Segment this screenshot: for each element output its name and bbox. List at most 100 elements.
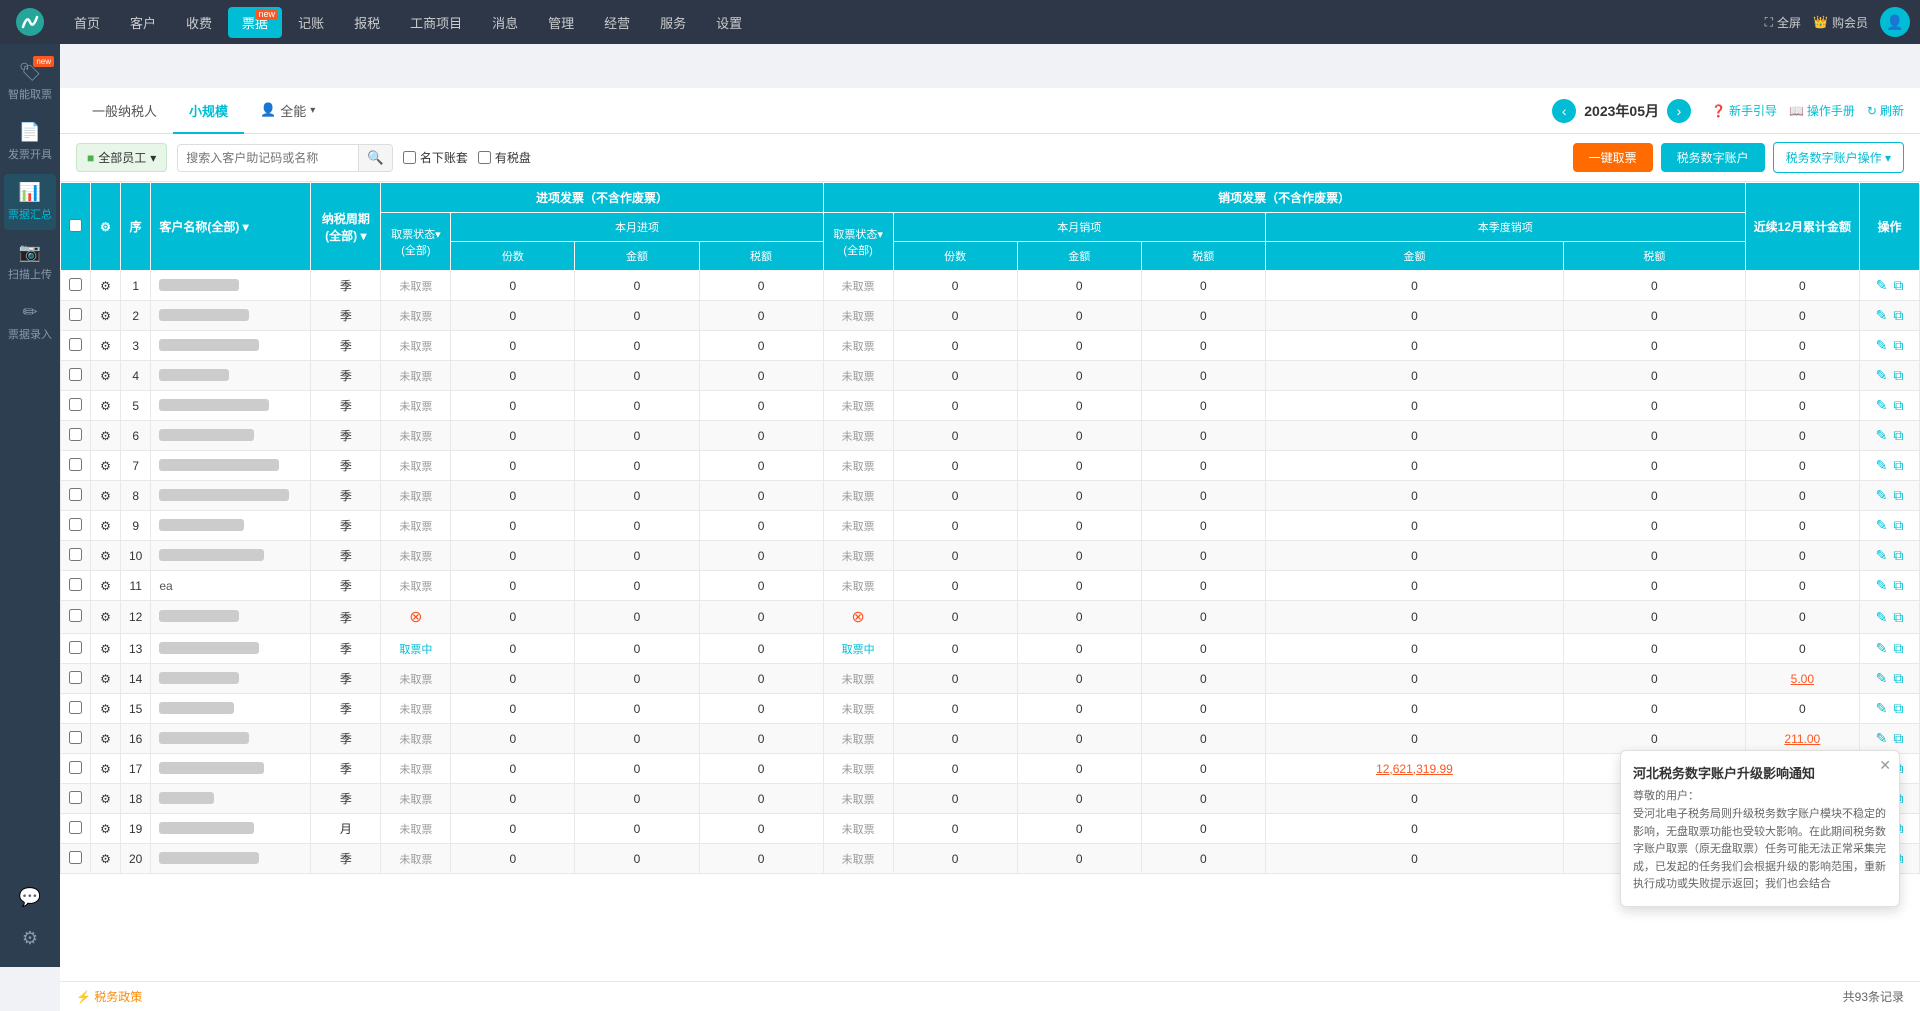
edit-icon[interactable]: ✎ [1876,577,1888,594]
edit-icon[interactable]: ✎ [1876,640,1888,657]
copy-icon[interactable]: ⧉ [1893,577,1903,594]
row-gear[interactable]: ⚙ [91,301,121,331]
nav-operations[interactable]: 经营 [590,7,644,38]
sidebar-item-invoice-summary[interactable]: 📊 票据汇总 [4,174,56,230]
fullscreen-btn[interactable]: ⛶ 全屏 [1765,14,1801,31]
nav-messages[interactable]: 消息 [478,7,532,38]
copy-icon[interactable]: ⧉ [1893,609,1903,626]
row-checkbox[interactable] [61,664,91,694]
copy-icon[interactable]: ⧉ [1893,337,1903,354]
edit-icon[interactable]: ✎ [1876,547,1888,564]
row-checkbox[interactable] [61,301,91,331]
sidebar-item-ticket-entry[interactable]: ✏ 票据录入 [4,294,56,350]
next-period-btn[interactable]: › [1667,99,1691,123]
row-gear[interactable]: ⚙ [91,361,121,391]
copy-icon[interactable]: ⧉ [1893,640,1903,657]
row-gear[interactable]: ⚙ [91,634,121,664]
manual-link[interactable]: 📖 操作手册 [1789,102,1855,119]
row-checkbox[interactable] [61,451,91,481]
row-checkbox[interactable] [61,601,91,634]
edit-icon[interactable]: ✎ [1876,397,1888,414]
row-checkbox[interactable] [61,361,91,391]
nav-management[interactable]: 管理 [534,7,588,38]
nav-customers[interactable]: 客户 [116,7,170,38]
copy-icon[interactable]: ⧉ [1893,427,1903,444]
copy-icon[interactable]: ⧉ [1893,487,1903,504]
search-input[interactable] [178,146,358,170]
copy-icon[interactable]: ⧉ [1893,307,1903,324]
tax-policy-link[interactable]: ⚡ 税务政策 [76,988,142,1005]
app-logo[interactable] [10,2,50,42]
row-checkbox[interactable] [61,571,91,601]
row-checkbox[interactable] [61,391,91,421]
sidebar-item-invoice-open[interactable]: 📄 发票开具 [4,114,56,170]
edit-icon[interactable]: ✎ [1876,670,1888,687]
nav-tickets[interactable]: 票据 new [228,7,282,38]
row-gear[interactable]: ⚙ [91,391,121,421]
nav-services[interactable]: 服务 [646,7,700,38]
copy-icon[interactable]: ⧉ [1893,397,1903,414]
tax-digital-account-op-btn[interactable]: 税务数字账户操作 ▾ [1773,142,1904,173]
notification-close-btn[interactable]: ✕ [1879,757,1891,774]
edit-icon[interactable]: ✎ [1876,427,1888,444]
edit-icon[interactable]: ✎ [1876,337,1888,354]
copy-icon[interactable]: ⧉ [1893,670,1903,687]
row-gear[interactable]: ⚙ [91,331,121,361]
row-gear[interactable]: ⚙ [91,541,121,571]
user-avatar[interactable]: 👤 [1880,7,1910,37]
new-guide-link[interactable]: ❓ 新手引导 [1711,102,1777,119]
nav-tax[interactable]: 报税 [340,7,394,38]
edit-icon[interactable]: ✎ [1876,517,1888,534]
tab-all[interactable]: 👤 全能 ▾ [244,89,331,134]
edit-icon[interactable]: ✎ [1876,487,1888,504]
nav-accounting[interactable]: 记账 [284,7,338,38]
sidebar-item-scan-upload[interactable]: 📷 扫描上传 [4,234,56,290]
row-checkbox[interactable] [61,844,91,874]
subledger-checkbox[interactable] [403,151,416,164]
edit-icon[interactable]: ✎ [1876,700,1888,717]
row-gear[interactable]: ⚙ [91,421,121,451]
copy-icon[interactable]: ⧉ [1893,517,1903,534]
row-checkbox[interactable] [61,724,91,754]
copy-icon[interactable]: ⧉ [1893,367,1903,384]
edit-icon[interactable]: ✎ [1876,277,1888,294]
edit-icon[interactable]: ✎ [1876,367,1888,384]
employee-filter[interactable]: ■ 全部员工 ▾ [76,143,167,172]
row-gear[interactable]: ⚙ [91,784,121,814]
tax-disk-checkbox[interactable] [478,151,491,164]
row-checkbox[interactable] [61,331,91,361]
nav-business[interactable]: 工商项目 [396,7,476,38]
row-checkbox[interactable] [61,754,91,784]
copy-icon[interactable]: ⧉ [1893,547,1903,564]
tax-digital-account-btn[interactable]: 税务数字账户 [1661,143,1765,172]
sidebar-item-message[interactable]: 💬 [4,879,56,916]
copy-icon[interactable]: ⧉ [1893,700,1903,717]
checkbox-subledger[interactable]: 名下账套 [403,149,468,166]
row-checkbox[interactable] [61,421,91,451]
row-checkbox[interactable] [61,634,91,664]
tab-small-scale[interactable]: 小规模 [173,89,244,134]
edit-icon[interactable]: ✎ [1876,609,1888,626]
row-checkbox[interactable] [61,814,91,844]
sidebar-item-smart-ticket[interactable]: new 🏷 智能取票 [4,54,56,110]
tab-general-taxpayer[interactable]: 一般纳税人 [76,89,173,134]
vip-btn[interactable]: 👑 购会员 [1813,14,1868,31]
edit-icon[interactable]: ✎ [1876,730,1888,747]
select-all-checkbox[interactable] [69,219,82,232]
edit-icon[interactable]: ✎ [1876,457,1888,474]
copy-icon[interactable]: ⧉ [1893,730,1903,747]
row-checkbox[interactable] [61,784,91,814]
row-gear[interactable]: ⚙ [91,814,121,844]
row-gear[interactable]: ⚙ [91,511,121,541]
row-gear[interactable]: ⚙ [91,694,121,724]
nav-settings[interactable]: 设置 [702,7,756,38]
row-checkbox[interactable] [61,541,91,571]
row-gear[interactable]: ⚙ [91,664,121,694]
row-checkbox[interactable] [61,271,91,301]
copy-icon[interactable]: ⧉ [1893,277,1903,294]
row-gear[interactable]: ⚙ [91,271,121,301]
edit-icon[interactable]: ✎ [1876,307,1888,324]
row-gear[interactable]: ⚙ [91,571,121,601]
row-checkbox[interactable] [61,694,91,724]
row-gear[interactable]: ⚙ [91,451,121,481]
